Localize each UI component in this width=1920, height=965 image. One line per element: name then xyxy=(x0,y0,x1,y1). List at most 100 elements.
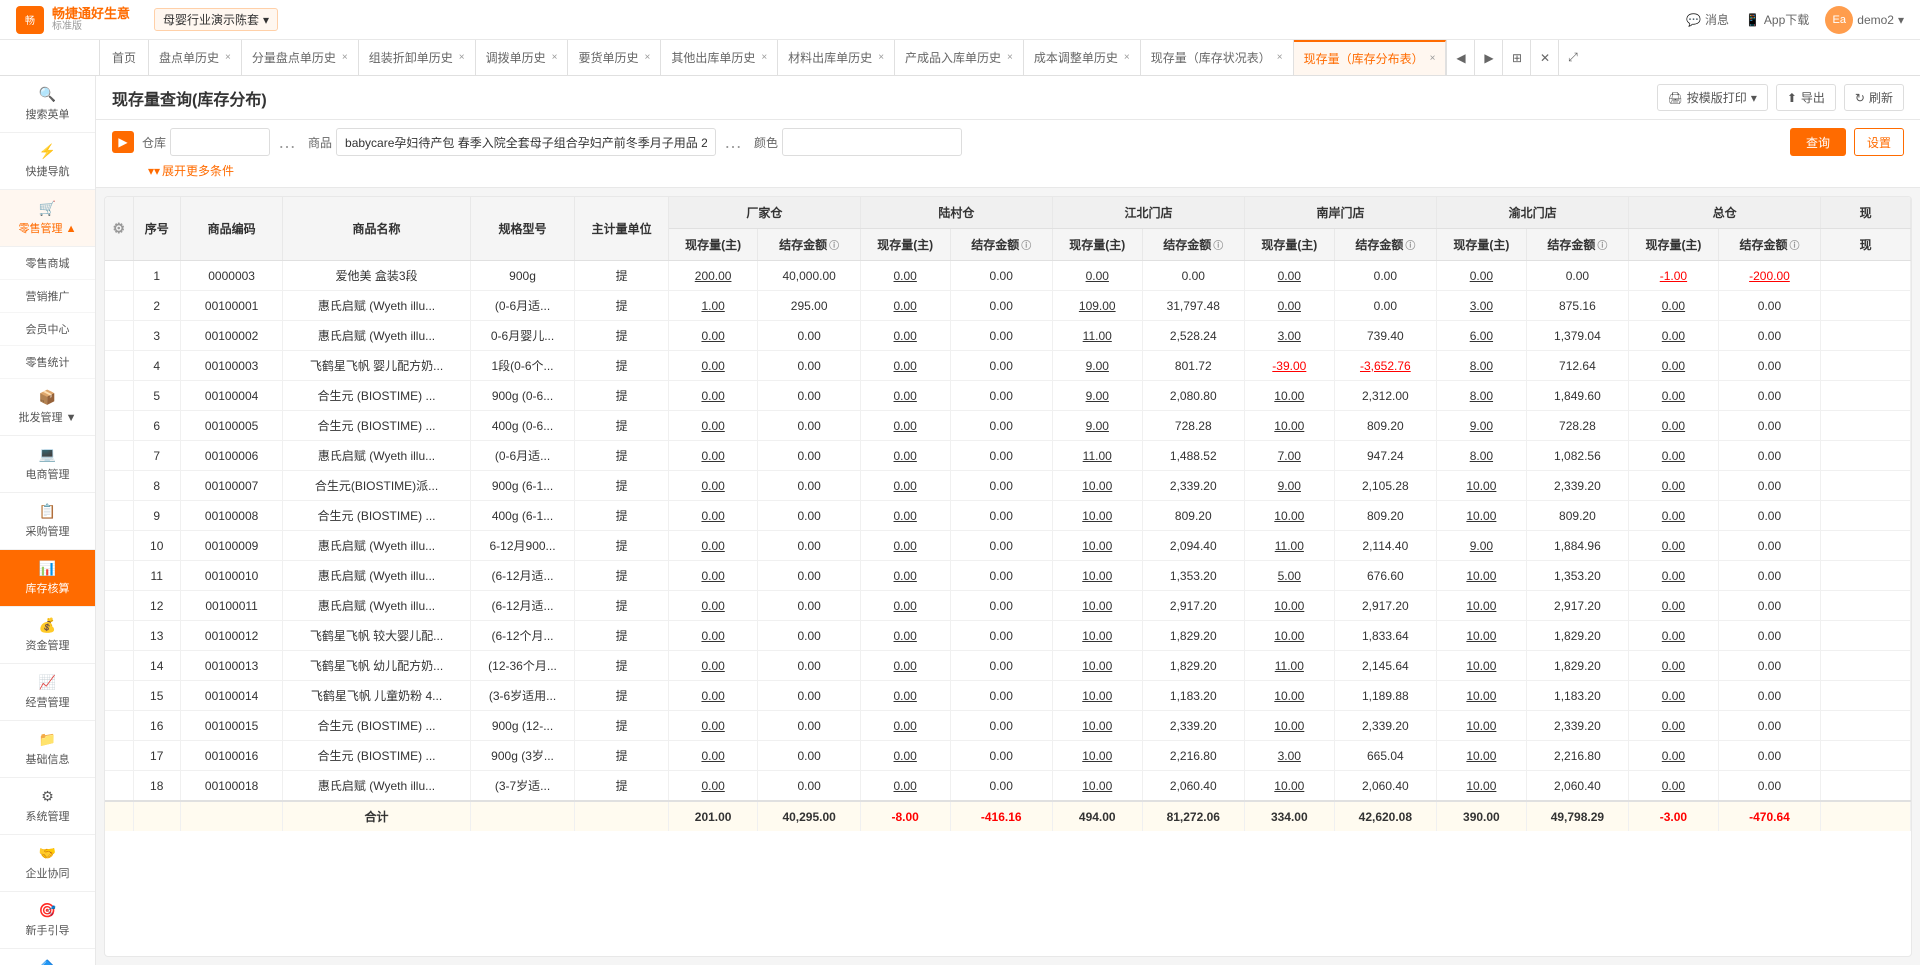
num-cell[interactable]: 8.00 xyxy=(1437,441,1527,471)
num-cell[interactable]: 0.00 xyxy=(1629,471,1719,501)
sidebar-item-system[interactable]: ⚙ 系统管理 xyxy=(0,778,95,835)
num-cell[interactable]: 0.00 xyxy=(860,381,950,411)
sidebar-item-collab[interactable]: 🤝 企业协同 xyxy=(0,835,95,892)
sidebar-item-nav[interactable]: ⚡ 快捷导航 xyxy=(0,133,95,190)
tab-nav-right[interactable]: ▶ xyxy=(1474,40,1502,76)
tab-home[interactable]: 首页 xyxy=(100,40,149,76)
num-cell[interactable]: 0.00 xyxy=(860,291,950,321)
filter-toggle[interactable]: ▶ xyxy=(112,131,134,153)
num-cell[interactable]: 5.00 xyxy=(1245,561,1335,591)
tab-item-8[interactable]: 成本调整单历史 × xyxy=(1024,40,1141,76)
num-cell[interactable]: 0.00 xyxy=(668,381,758,411)
num-cell[interactable]: 10.00 xyxy=(1052,711,1142,741)
warehouse-input[interactable] xyxy=(170,128,270,156)
num-cell[interactable]: 10.00 xyxy=(1052,531,1142,561)
num-cell[interactable]: 0.00 xyxy=(860,501,950,531)
num-cell[interactable]: 3.00 xyxy=(1437,291,1527,321)
num-cell[interactable]: 10.00 xyxy=(1245,591,1335,621)
num-cell[interactable]: 11.00 xyxy=(1052,441,1142,471)
num-cell[interactable]: 3.00 xyxy=(1245,321,1335,351)
tab-item-5[interactable]: 其他出库单历史 × xyxy=(661,40,778,76)
num-cell[interactable]: 8.00 xyxy=(1437,381,1527,411)
tab-close-8[interactable]: × xyxy=(1124,52,1130,63)
user-menu[interactable]: Ea demo2 ▾ xyxy=(1825,6,1904,34)
num-cell[interactable]: 0.00 xyxy=(668,321,758,351)
num-cell[interactable]: 0.00 xyxy=(860,741,950,771)
num-cell[interactable]: 0.00 xyxy=(1629,291,1719,321)
num-cell[interactable]: 0.00 xyxy=(860,351,950,381)
num-cell[interactable]: 9.00 xyxy=(1437,411,1527,441)
num-cell[interactable]: 9.00 xyxy=(1245,471,1335,501)
sidebar-item-search[interactable]: 🔍 搜索英单 xyxy=(0,76,95,133)
num-cell[interactable]: 9.00 xyxy=(1052,351,1142,381)
num-cell[interactable]: 3.00 xyxy=(1245,741,1335,771)
tab-item-2[interactable]: 组装折卸单历史 × xyxy=(359,40,476,76)
sidebar-item-retail[interactable]: 🛒 零售管理 ▲ xyxy=(0,190,95,247)
num-cell[interactable]: 200.00 xyxy=(668,261,758,291)
num-cell[interactable]: 0.00 xyxy=(668,621,758,651)
tab-close-4[interactable]: × xyxy=(644,52,650,63)
num-cell[interactable]: 10.00 xyxy=(1052,501,1142,531)
info-icon-5[interactable]: ⓘ xyxy=(1597,241,1607,252)
num-cell[interactable]: 1.00 xyxy=(668,291,758,321)
num-cell[interactable]: 9.00 xyxy=(1437,531,1527,561)
num-cell[interactable]: 10.00 xyxy=(1245,501,1335,531)
tab-expand[interactable]: ⤢ xyxy=(1558,40,1586,76)
num-cell[interactable]: 10.00 xyxy=(1245,711,1335,741)
tab-nav-left[interactable]: ◀ xyxy=(1446,40,1474,76)
num-cell[interactable]: 10.00 xyxy=(1245,411,1335,441)
tab-close-all[interactable]: ✕ xyxy=(1530,40,1558,76)
num-cell[interactable]: 0.00 xyxy=(1629,741,1719,771)
warehouse-more-btn[interactable]: … xyxy=(274,132,300,153)
num-cell[interactable]: 10.00 xyxy=(1437,771,1527,802)
app-download-btn[interactable]: 📱 App下载 xyxy=(1745,11,1809,28)
sidebar-sub-stats[interactable]: 零售统计 xyxy=(0,346,95,379)
num-cell[interactable]: 0.00 xyxy=(1629,381,1719,411)
sidebar-sub-mall[interactable]: 零售商城 xyxy=(0,247,95,280)
num-cell[interactable]: 6.00 xyxy=(1437,321,1527,351)
tab-item-10[interactable]: 现存量（库存分布表） × xyxy=(1294,40,1447,76)
num-cell[interactable]: 0.00 xyxy=(1629,681,1719,711)
num-cell[interactable]: 10.00 xyxy=(1052,681,1142,711)
num-cell[interactable]: 0.00 xyxy=(1437,261,1527,291)
num-cell[interactable]: 10.00 xyxy=(1437,591,1527,621)
num-cell[interactable]: 7.00 xyxy=(1245,441,1335,471)
num-cell[interactable]: 10.00 xyxy=(1052,561,1142,591)
num-cell[interactable]: 0.00 xyxy=(1052,261,1142,291)
num-cell[interactable]: 10.00 xyxy=(1245,771,1335,802)
num-cell[interactable]: 0.00 xyxy=(668,771,758,802)
num-cell[interactable]: 0.00 xyxy=(860,651,950,681)
num-cell[interactable]: 10.00 xyxy=(1437,561,1527,591)
num-cell[interactable]: 0.00 xyxy=(860,261,950,291)
num-cell[interactable]: 11.00 xyxy=(1245,651,1335,681)
num-cell[interactable]: 0.00 xyxy=(1629,531,1719,561)
tab-item-7[interactable]: 产成品入库单历史 × xyxy=(895,40,1024,76)
tab-close-9[interactable]: × xyxy=(1277,52,1283,63)
num-cell[interactable]: 0.00 xyxy=(1629,621,1719,651)
num-cell[interactable]: 0.00 xyxy=(668,591,758,621)
num-cell[interactable]: 0.00 xyxy=(1245,261,1335,291)
num-cell[interactable]: 9.00 xyxy=(1052,381,1142,411)
tab-item-0[interactable]: 盘点单历史 × xyxy=(149,40,242,76)
tab-nav-more[interactable]: ⊞ xyxy=(1502,40,1530,76)
export-btn[interactable]: ⬆ 导出 xyxy=(1776,84,1836,111)
num-cell[interactable]: 10.00 xyxy=(1245,381,1335,411)
num-cell[interactable]: 0.00 xyxy=(860,771,950,802)
num-cell[interactable]: 0.00 xyxy=(668,351,758,381)
num-cell[interactable]: 10.00 xyxy=(1437,741,1527,771)
num-cell[interactable]: 0.00 xyxy=(860,711,950,741)
tab-close-2[interactable]: × xyxy=(459,52,465,63)
info-icon-3[interactable]: ⓘ xyxy=(1213,241,1223,252)
num-cell[interactable]: 0.00 xyxy=(668,471,758,501)
num-cell[interactable]: 10.00 xyxy=(1437,651,1527,681)
num-cell[interactable]: 0.00 xyxy=(860,471,950,501)
sidebar-item-ecommerce[interactable]: 💻 电商管理 xyxy=(0,436,95,493)
num-cell[interactable]: 0.00 xyxy=(668,531,758,561)
info-icon-1[interactable]: ⓘ xyxy=(829,241,839,252)
print-btn[interactable]: 🖨 按模版打印 ▾ xyxy=(1657,84,1768,111)
num-cell[interactable]: 10.00 xyxy=(1437,711,1527,741)
num-cell[interactable]: 10.00 xyxy=(1052,471,1142,501)
tab-close-5[interactable]: × xyxy=(761,52,767,63)
num-cell[interactable]: 0.00 xyxy=(668,501,758,531)
num-cell[interactable]: 0.00 xyxy=(1629,441,1719,471)
